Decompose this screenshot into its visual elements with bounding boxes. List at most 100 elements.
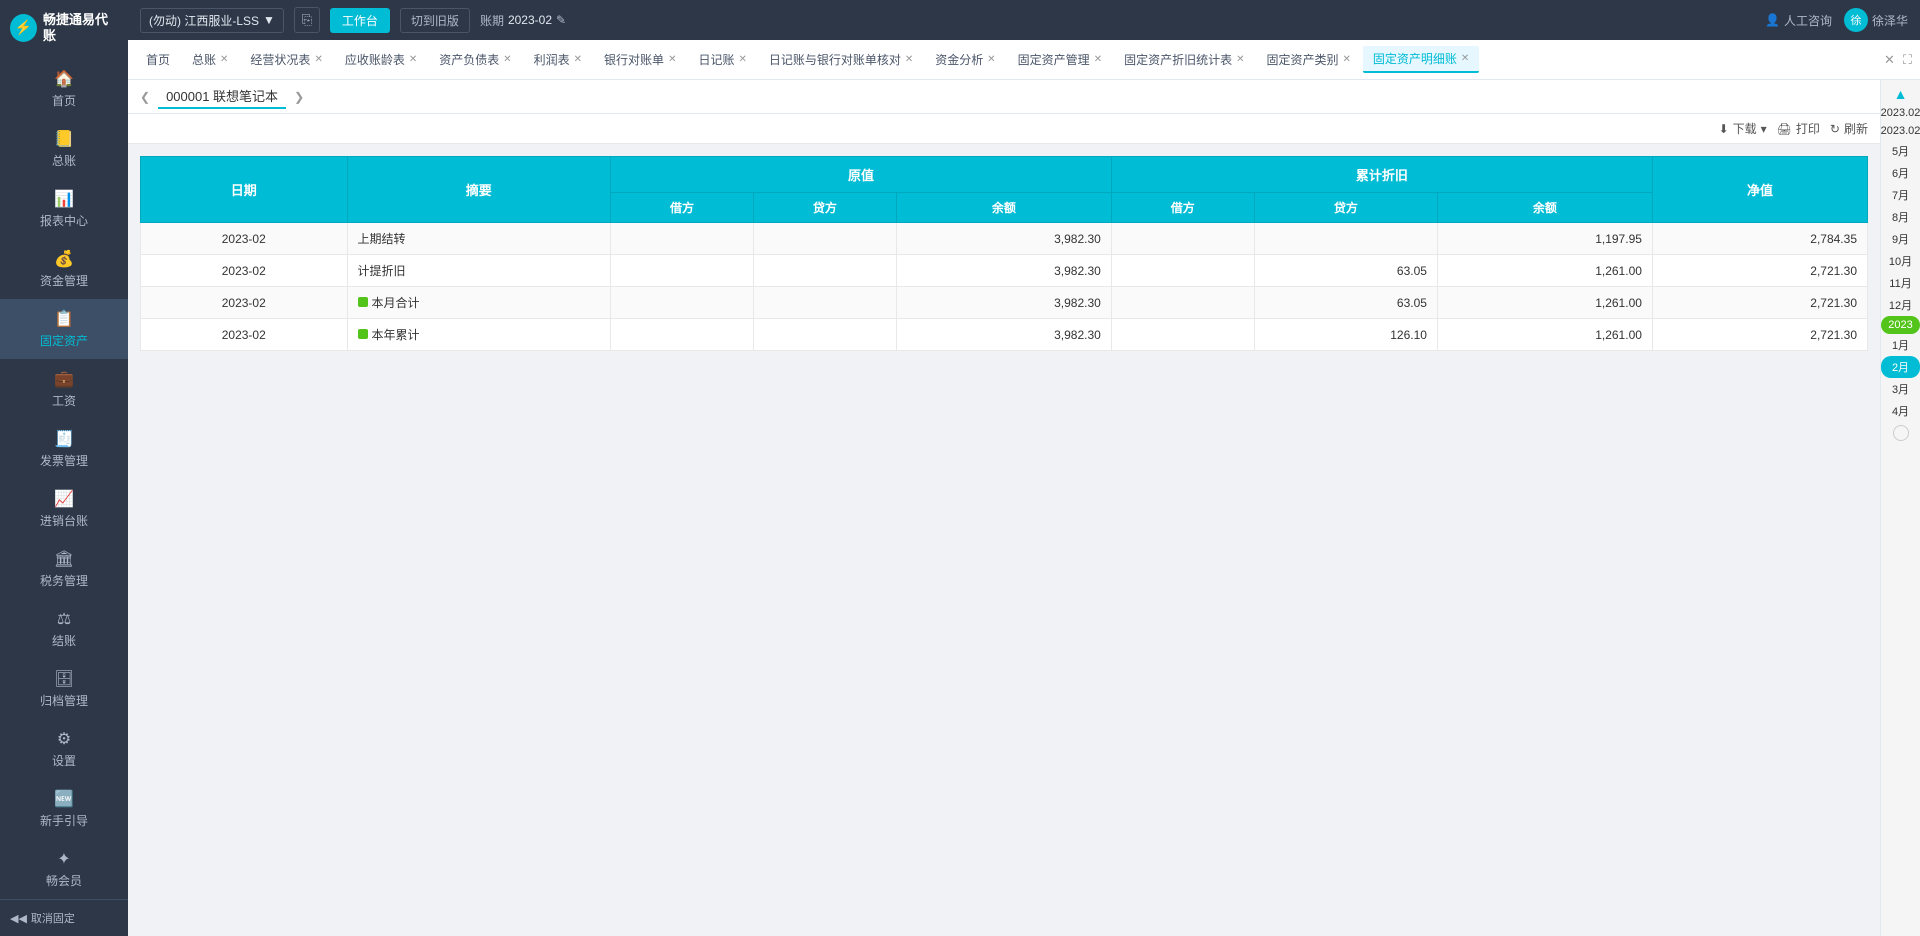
download-button[interactable]: ⬇ 下载 ▾: [1719, 120, 1767, 137]
sidebar-item-home[interactable]: 🏠 首页: [0, 59, 128, 119]
tab-journal[interactable]: 日记账 ✕: [688, 47, 756, 72]
sidebar-item-sales[interactable]: 📈 进销台账: [0, 479, 128, 539]
sidebar-item-funds[interactable]: 💰 资金管理: [0, 239, 128, 299]
sidebar-item-invoice[interactable]: 🧾 发票管理: [0, 419, 128, 479]
tab-close-fund[interactable]: ✕: [987, 54, 995, 65]
tab-close-balance[interactable]: ✕: [503, 54, 511, 65]
settle-icon: ⚖: [57, 609, 71, 629]
tab-home[interactable]: 首页: [136, 47, 180, 72]
panel-month-2[interactable]: 2月: [1881, 356, 1920, 378]
tab-close-receivable[interactable]: ✕: [409, 54, 417, 65]
tab-fixed-assets-mgmt[interactable]: 固定资产管理 ✕: [1008, 47, 1112, 72]
sidebar-item-ledger[interactable]: 📒 总账: [0, 119, 128, 179]
panel-month-9[interactable]: 9月: [1881, 228, 1920, 250]
sidebar-pin[interactable]: ◀◀ 取消固定: [0, 899, 128, 936]
tab-close-fa-detail[interactable]: ✕: [1461, 53, 1469, 64]
sidebar-item-archive[interactable]: 🗄 归档管理: [0, 659, 128, 719]
sidebar-item-reports[interactable]: 📊 报表中心: [0, 179, 128, 239]
workbench-button[interactable]: 工作台: [330, 8, 390, 33]
tab-journal-bank[interactable]: 日记账与银行对账单核对 ✕: [759, 47, 923, 72]
tab-management-status[interactable]: 经营状况表 ✕: [240, 47, 332, 72]
panel-month-1[interactable]: 1月: [1881, 334, 1920, 356]
tab-ledger[interactable]: 总账 ✕: [182, 47, 238, 72]
panel-month-3[interactable]: 3月: [1881, 378, 1920, 400]
tab-receivable[interactable]: 应收账龄表 ✕: [335, 47, 427, 72]
cell-credit: [753, 319, 896, 351]
sub-nav-item[interactable]: 000001 联想笔记本: [158, 84, 286, 109]
tab-close-fa-mgmt[interactable]: ✕: [1094, 54, 1102, 65]
company-selector[interactable]: (勿动) 江西服业-LSS ▼: [140, 8, 284, 33]
sidebar-item-member[interactable]: ✦ 畅会员: [0, 839, 128, 899]
tab-close-bank[interactable]: ✕: [668, 54, 676, 65]
sidebar-nav: 🏠 首页 📒 总账 📊 报表中心 💰 资金管理 📋 固定资产 💼 工资 🧾 发票…: [0, 55, 128, 899]
sidebar: ⚡ 畅捷通易代账 🏠 首页 📒 总账 📊 报表中心 💰 资金管理 📋 固定资产 …: [0, 0, 128, 936]
tab-depreciation-stats[interactable]: 固定资产折旧统计表 ✕: [1114, 47, 1254, 72]
fixed-assets-icon: 📋: [54, 309, 74, 329]
panel-month-10[interactable]: 10月: [1881, 250, 1920, 272]
tab-close-journal[interactable]: ✕: [738, 54, 746, 65]
panel-month-8[interactable]: 8月: [1881, 206, 1920, 228]
period-edit-icon[interactable]: ✎: [556, 13, 566, 27]
cell-debit: [611, 287, 754, 319]
tab-close-ledger[interactable]: ✕: [220, 54, 228, 65]
tab-close-all-icon[interactable]: ✕: [1884, 52, 1895, 68]
tab-close-dep-stats[interactable]: ✕: [1236, 54, 1244, 65]
table-row: 2023-02 本月合计 3,982.30 63.05 1,261.00 2,7…: [141, 287, 1868, 319]
tag-icon: [358, 329, 368, 339]
sidebar-item-label: 设置: [52, 752, 76, 769]
tab-bar: 首页 总账 ✕ 经营状况表 ✕ 应收账龄表 ✕ 资产负债表 ✕ 利润表 ✕ 银行…: [128, 40, 1920, 80]
cell-debit: [611, 255, 754, 287]
sidebar-item-salary[interactable]: 💼 工资: [0, 359, 128, 419]
table-wrapper: 日期 摘要 原值 累计折旧 净值 借方 贷方 余额 借方 贷方 余额: [128, 144, 1880, 936]
sidebar-item-settle[interactable]: ⚖ 结账: [0, 599, 128, 659]
tab-expand-icon[interactable]: ⛶: [1903, 52, 1912, 68]
sub-nav-prev[interactable]: ❮: [140, 90, 150, 104]
service-link[interactable]: 👤 人工咨询: [1765, 12, 1832, 29]
tab-close-profit[interactable]: ✕: [574, 54, 582, 65]
panel-month-4[interactable]: 4月: [1881, 400, 1920, 422]
panel-month-12[interactable]: 12月: [1881, 294, 1920, 316]
tab-profit[interactable]: 利润表 ✕: [524, 47, 592, 72]
cell-dep-credit: 126.10: [1254, 319, 1437, 351]
panel-up-arrow[interactable]: ▲: [1892, 84, 1910, 104]
tab-close-journal-bank[interactable]: ✕: [905, 54, 913, 65]
salary-icon: 💼: [54, 369, 74, 389]
top-header: (勿动) 江西服业-LSS ▼ ⎘ 工作台 切到旧版 账期 2023-02 ✎ …: [128, 0, 1920, 40]
col-credit: 贷方: [753, 193, 896, 223]
print-button[interactable]: 🖨 打印: [1777, 120, 1820, 137]
cell-dep-debit: [1111, 223, 1254, 255]
user-profile[interactable]: 徐 徐泽华: [1844, 8, 1908, 32]
tab-balance-sheet[interactable]: 资产负债表 ✕: [429, 47, 521, 72]
tab-close-fa-cat[interactable]: ✕: [1343, 54, 1351, 65]
panel-month-5[interactable]: 5月: [1881, 140, 1920, 162]
main-content: ❮ 000001 联想笔记本 ❯ ⬇ 下载 ▾ 🖨 打印 ↻ 刷新: [128, 80, 1880, 936]
sidebar-item-settings[interactable]: ⚙ 设置: [0, 719, 128, 779]
sidebar-item-guide[interactable]: 🆕 新手引导: [0, 779, 128, 839]
tab-fa-category[interactable]: 固定资产类别 ✕: [1256, 47, 1360, 72]
sidebar-item-fixed-assets[interactable]: 📋 固定资产: [0, 299, 128, 359]
table-row: 2023-02 计提折旧 3,982.30 63.05 1,261.00 2,7…: [141, 255, 1868, 287]
cell-dep-debit: [1111, 287, 1254, 319]
sidebar-item-label: 首页: [52, 92, 76, 109]
switch-old-button[interactable]: 切到旧版: [400, 8, 470, 33]
avatar: 徐: [1844, 8, 1868, 32]
copy-button[interactable]: ⎘: [294, 7, 320, 33]
tab-close-management[interactable]: ✕: [314, 54, 322, 65]
panel-month-6[interactable]: 6月: [1881, 162, 1920, 184]
panel-month-11[interactable]: 11月: [1881, 272, 1920, 294]
cell-summary: 本月合计: [347, 287, 611, 319]
refresh-button[interactable]: ↻ 刷新: [1830, 120, 1868, 137]
cell-balance: 3,982.30: [896, 223, 1111, 255]
sub-nav-next[interactable]: ❯: [294, 90, 304, 104]
tab-bank-reconciliation[interactable]: 银行对账单 ✕: [594, 47, 686, 72]
sidebar-item-label: 结账: [52, 632, 76, 649]
cell-date: 2023-02: [141, 223, 348, 255]
tab-fund-analysis[interactable]: 资金分析 ✕: [925, 47, 1005, 72]
tab-fa-detail[interactable]: 固定资产明细账 ✕: [1363, 46, 1479, 73]
panel-month-7[interactable]: 7月: [1881, 184, 1920, 206]
tab-bar-right: ✕ ⛶: [1884, 52, 1912, 68]
sidebar-item-tax[interactable]: 🏛 税务管理: [0, 539, 128, 599]
detail-table: 日期 摘要 原值 累计折旧 净值 借方 贷方 余额 借方 贷方 余额: [140, 156, 1868, 351]
sidebar-item-label: 畅会员: [46, 872, 82, 889]
col-summary: 摘要: [347, 157, 611, 223]
